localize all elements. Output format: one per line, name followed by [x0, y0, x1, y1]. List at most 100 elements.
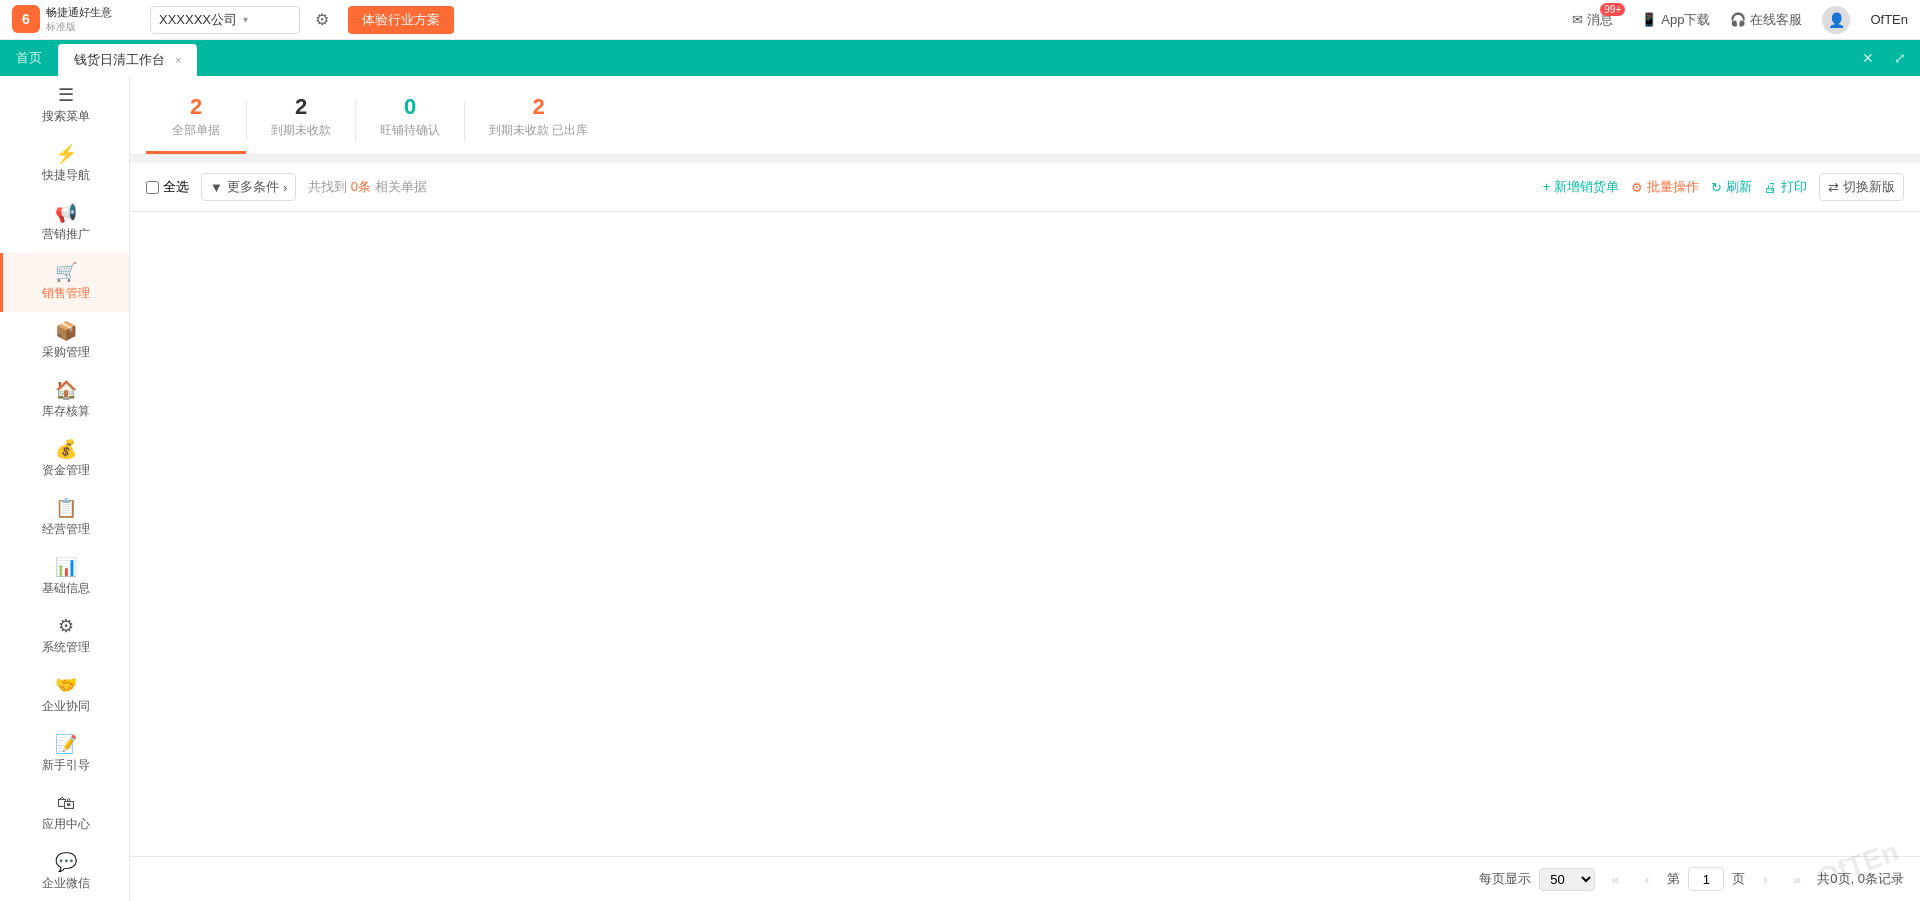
last-page-button[interactable]: »	[1785, 867, 1809, 891]
print-button[interactable]: 🖨 打印	[1764, 178, 1807, 196]
stat-label-all: 全部单据	[172, 122, 220, 139]
sidebar-item-cooperation[interactable]: 🤝 企业协同	[0, 666, 129, 725]
page-size-select[interactable]: 50 10 20 100	[1539, 868, 1595, 891]
sidebar-item-basic-info[interactable]: 📊 基础信息	[0, 548, 129, 607]
select-all-checkbox[interactable]	[146, 181, 159, 194]
tab-active[interactable]: 钱货日清工作台 ×	[58, 44, 197, 76]
content-area: 2 全部单据 2 到期未收款 0 旺铺待确认 2 到期未收款 已出库	[130, 76, 1920, 901]
stat-tab-outbound[interactable]: 2 到期未收款 已出库	[465, 88, 612, 154]
stat-tab-pending[interactable]: 0 旺铺待确认	[356, 88, 464, 154]
logo-sub: 标准版	[46, 20, 112, 34]
guide-icon: 📝	[55, 735, 77, 753]
tab-home[interactable]: 首页	[0, 40, 58, 76]
stats-tabs: 2 全部单据 2 到期未收款 0 旺铺待确认 2 到期未收款 已出库	[130, 76, 1920, 155]
batch-operation-button[interactable]: ⚙ 批量操作	[1631, 178, 1699, 196]
sidebar-app-center-label: 应用中心	[42, 816, 90, 833]
stat-label-overdue: 到期未收款	[271, 122, 331, 139]
app-download-button[interactable]: 📱 App下载	[1641, 11, 1710, 29]
user-name[interactable]: OfTEn	[1870, 12, 1908, 27]
logo-area: 6 畅捷通好生意 标准版	[12, 5, 142, 33]
first-page-button[interactable]: «	[1603, 867, 1627, 891]
refresh-icon: ↻	[1711, 180, 1722, 195]
trial-button[interactable]: 体验行业方案	[348, 6, 454, 34]
logo-title: 畅捷通好生意	[46, 5, 112, 19]
stat-tab-overdue[interactable]: 2 到期未收款	[247, 88, 355, 154]
sidebar-item-operation[interactable]: 📋 经营管理	[0, 489, 129, 548]
settings-button[interactable]: ⚙	[308, 6, 336, 34]
avatar[interactable]: 👤	[1822, 6, 1850, 34]
online-service-label: 在线客服	[1750, 11, 1802, 29]
switch-icon: ⇄	[1828, 180, 1839, 195]
toolbar: 全选 ▼ 更多条件 › 共找到 0条 相关单据 + 新增销货单 ⚙ 批量操作 ↻	[130, 163, 1920, 212]
print-label: 打印	[1781, 178, 1807, 196]
next-page-button[interactable]: ›	[1753, 867, 1777, 891]
sidebar-finance-label: 资金管理	[42, 462, 90, 479]
found-suffix: 相关单据	[375, 179, 427, 194]
sidebar-system-label: 系统管理	[42, 639, 90, 656]
stat-number-all: 2	[190, 96, 202, 118]
found-text: 共找到 0条 相关单据	[308, 178, 426, 196]
sidebar-item-marketing[interactable]: 📢 营销推广	[0, 194, 129, 253]
filter-button[interactable]: ▼ 更多条件 ›	[201, 173, 296, 201]
messages-button[interactable]: ✉ 消息 99+	[1572, 11, 1613, 29]
sidebar-item-inventory[interactable]: 🏠 库存核算	[0, 371, 129, 430]
sidebar-item-guide[interactable]: 📝 新手引导	[0, 725, 129, 784]
page-prefix: 第	[1667, 870, 1680, 888]
app-center-icon: 🛍	[57, 794, 75, 812]
main-layout: ☰ 搜索菜单 ⚡ 快捷导航 📢 营销推广 🛒 销售管理 📦 采购管理 🏠 库存核…	[0, 76, 1920, 901]
wechat-icon: 💬	[55, 853, 77, 871]
headset-icon: 🎧	[1730, 12, 1746, 27]
sidebar-item-search-menu[interactable]: ☰ 搜索菜单	[0, 76, 129, 135]
marketing-icon: 📢	[55, 204, 77, 222]
table-area	[130, 212, 1920, 856]
system-icon: ⚙	[58, 617, 74, 635]
found-prefix: 共找到	[308, 179, 347, 194]
stat-tab-all[interactable]: 2 全部单据	[146, 88, 246, 154]
batch-icon: ⚙	[1631, 180, 1643, 195]
sidebar-item-purchase[interactable]: 📦 采购管理	[0, 312, 129, 371]
refresh-label: 刷新	[1726, 178, 1752, 196]
chevron-icon: ›	[283, 180, 287, 195]
refresh-button[interactable]: ↻ 刷新	[1711, 178, 1752, 196]
sidebar-wechat-label: 企业微信	[42, 875, 90, 892]
stat-label-pending: 旺铺待确认	[380, 122, 440, 139]
tab-active-label: 钱货日清工作台	[74, 51, 165, 69]
sidebar-guide-label: 新手引导	[42, 757, 90, 774]
stat-label-outbound: 到期未收款 已出库	[489, 122, 588, 139]
total-records: 共0页, 0条记录	[1817, 870, 1904, 888]
gear-icon: ⚙	[315, 10, 329, 29]
add-sales-order-button[interactable]: + 新增销货单	[1543, 178, 1619, 196]
top-header: 6 畅捷通好生意 标准版 XXXXXX公司 ▾ ⚙ 体验行业方案 ✉ 消息 99…	[0, 0, 1920, 40]
filter-icon: ▼	[210, 180, 223, 195]
company-selector[interactable]: XXXXXX公司 ▾	[150, 6, 300, 34]
message-icon: ✉	[1572, 12, 1583, 27]
switch-label: 切换新版	[1843, 178, 1895, 196]
quick-nav-icon: ⚡	[55, 145, 77, 163]
tab-controls: ✕ ⤢	[1856, 40, 1920, 76]
sidebar-item-wechat[interactable]: 💬 企业微信	[0, 843, 129, 901]
stat-number-overdue: 2	[295, 96, 307, 118]
sidebar-sales-label: 销售管理	[42, 285, 90, 302]
sales-icon: 🛒	[55, 263, 77, 281]
inventory-icon: 🏠	[55, 381, 77, 399]
tab-minimize-button[interactable]: ✕	[1856, 46, 1880, 70]
cooperation-icon: 🤝	[55, 676, 77, 694]
purchase-icon: 📦	[55, 322, 77, 340]
company-name: XXXXXX公司	[159, 11, 237, 29]
online-service-button[interactable]: 🎧 在线客服	[1730, 11, 1802, 29]
prev-page-button[interactable]: ‹	[1635, 867, 1659, 891]
search-menu-icon: ☰	[58, 86, 74, 104]
sidebar-item-app-center[interactable]: 🛍 应用中心	[0, 784, 129, 843]
sidebar-item-quick-nav[interactable]: ⚡ 快捷导航	[0, 135, 129, 194]
select-all-area[interactable]: 全选	[146, 178, 189, 196]
sidebar-quick-nav-label: 快捷导航	[42, 167, 90, 184]
toolbar-right: + 新增销货单 ⚙ 批量操作 ↻ 刷新 🖨 打印 ⇄ 切换新版	[1543, 173, 1904, 201]
page-number-input[interactable]	[1688, 867, 1724, 891]
tab-close-icon[interactable]: ×	[175, 54, 181, 66]
sidebar-item-system[interactable]: ⚙ 系统管理	[0, 607, 129, 666]
batch-label: 批量操作	[1647, 178, 1699, 196]
tab-maximize-button[interactable]: ⤢	[1888, 46, 1912, 70]
switch-version-button[interactable]: ⇄ 切换新版	[1819, 173, 1904, 201]
sidebar-item-sales[interactable]: 🛒 销售管理	[0, 253, 129, 312]
sidebar-item-finance[interactable]: 💰 资金管理	[0, 430, 129, 489]
